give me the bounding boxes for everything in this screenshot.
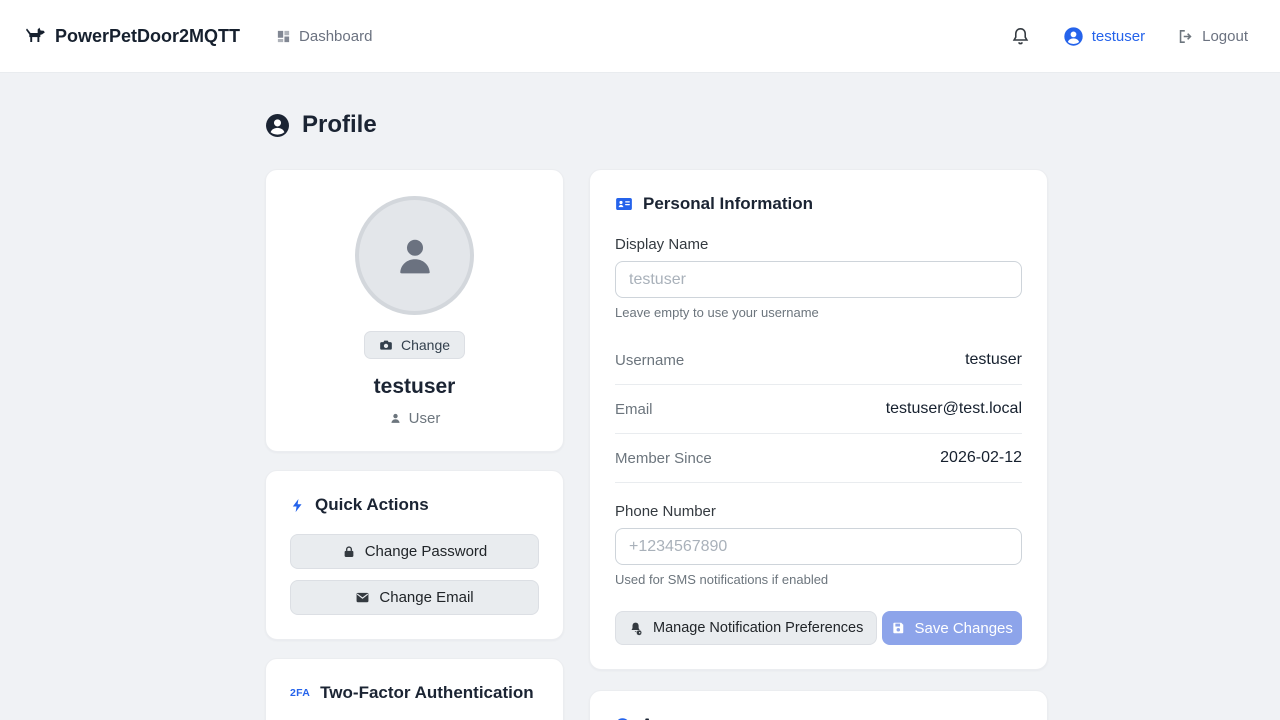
username-row-label: Username: [615, 351, 685, 369]
logout-label: Logout: [1202, 27, 1248, 45]
camera-icon: [379, 338, 393, 352]
navbar-right: testuser Logout: [1010, 26, 1248, 47]
brand-label: PowerPetDoor2MQTT: [55, 25, 241, 46]
bell-gear-icon: [629, 621, 644, 636]
bell-icon: [1010, 26, 1031, 47]
save-icon: [891, 621, 905, 635]
member-since-row-value: 2026-02-12: [940, 449, 1022, 466]
id-card-icon: [615, 195, 633, 213]
email-row-value: testuser@test.local: [885, 400, 1022, 417]
personal-info-actions: Manage Notification Preferences Save Cha…: [615, 611, 1022, 645]
notifications-button[interactable]: [1010, 26, 1031, 47]
appearance-card: Appearance: [589, 690, 1048, 720]
two-factor-card: 2FA Two-Factor Authentication: [265, 658, 564, 720]
page-title: Profile: [265, 111, 1048, 139]
two-factor-title-label: Two-Factor Authentication: [320, 683, 534, 702]
change-password-button[interactable]: Change Password: [290, 534, 539, 569]
quick-actions-title-label: Quick Actions: [315, 495, 429, 514]
twofa-icon: 2FA: [290, 687, 311, 699]
profile-role-label: User: [408, 410, 441, 427]
email-row-label: Email: [615, 400, 653, 418]
appearance-title: Appearance: [614, 715, 1023, 720]
change-email-button[interactable]: Change Email: [290, 580, 539, 615]
dog-icon: [26, 26, 46, 46]
nav-dashboard-link[interactable]: Dashboard: [276, 28, 372, 45]
change-email-label: Change Email: [379, 589, 474, 606]
member-since-row: Member Since 2026-02-12: [615, 434, 1022, 483]
display-name-hint: Leave empty to use your username: [615, 305, 819, 320]
two-factor-title: 2FA Two-Factor Authentication: [290, 683, 539, 703]
user-circle-icon: [1063, 26, 1084, 47]
avatar-person-icon: [389, 230, 441, 282]
profile-role: User: [290, 410, 539, 427]
brand: PowerPetDoor2MQTT: [26, 26, 240, 47]
personal-info-title-label: Personal Information: [643, 194, 814, 213]
page-title-label: Profile: [302, 111, 377, 138]
envelope-icon: [355, 590, 370, 605]
nav-username-label: testuser: [1091, 27, 1146, 45]
bolt-icon: [290, 498, 305, 513]
display-name-input[interactable]: [615, 261, 1022, 298]
email-row: Email testuser@test.local: [615, 385, 1022, 434]
user-role-icon: [389, 412, 402, 425]
appearance-title-label: Appearance: [641, 715, 738, 720]
change-avatar-label: Change: [400, 337, 451, 353]
username-row: Username testuser: [615, 336, 1022, 385]
right-column: Personal Information Display Name Leave …: [589, 169, 1048, 720]
manage-notifications-button[interactable]: Manage Notification Preferences: [615, 611, 878, 645]
save-changes-button[interactable]: Save Changes: [882, 611, 1022, 645]
change-avatar-button[interactable]: Change: [363, 331, 466, 359]
profile-icon: [265, 113, 290, 138]
logout-button[interactable]: Logout: [1177, 28, 1248, 45]
phone-hint: Used for SMS notifications if enabled: [615, 572, 829, 587]
username-row-value: testuser: [965, 351, 1022, 368]
left-column: Change testuser User Quick Actions Chang…: [265, 169, 564, 720]
personal-info-title: Personal Information: [615, 194, 1022, 214]
phone-label: Phone Number: [615, 503, 716, 520]
save-changes-label: Save Changes: [914, 619, 1013, 637]
palette-icon: [614, 717, 631, 720]
phone-input[interactable]: [615, 528, 1022, 565]
personal-info-card: Personal Information Display Name Leave …: [589, 169, 1048, 670]
logout-icon: [1177, 28, 1194, 45]
lock-icon: [342, 545, 356, 559]
navbar: PowerPetDoor2MQTT Dashboard testuser Log…: [0, 0, 1280, 73]
nav-user-menu[interactable]: testuser: [1063, 26, 1145, 47]
avatar-card: Change testuser User: [265, 169, 564, 452]
main-content: Profile Change testuser User Quick Actio…: [265, 73, 1048, 720]
change-password-label: Change Password: [364, 543, 488, 560]
display-name-label: Display Name: [615, 236, 709, 253]
quick-actions-card: Quick Actions Change Password Change Ema…: [265, 470, 564, 640]
quick-actions-title: Quick Actions: [290, 495, 539, 515]
member-since-row-label: Member Since: [615, 449, 712, 467]
avatar: [355, 196, 474, 315]
manage-notifications-label: Manage Notification Preferences: [653, 620, 864, 636]
info-rows: Username testuser Email testuser@test.lo…: [615, 336, 1022, 483]
profile-name: testuser: [373, 375, 456, 398]
dashboard-icon: [276, 29, 291, 44]
nav-dashboard-label: Dashboard: [299, 27, 373, 45]
